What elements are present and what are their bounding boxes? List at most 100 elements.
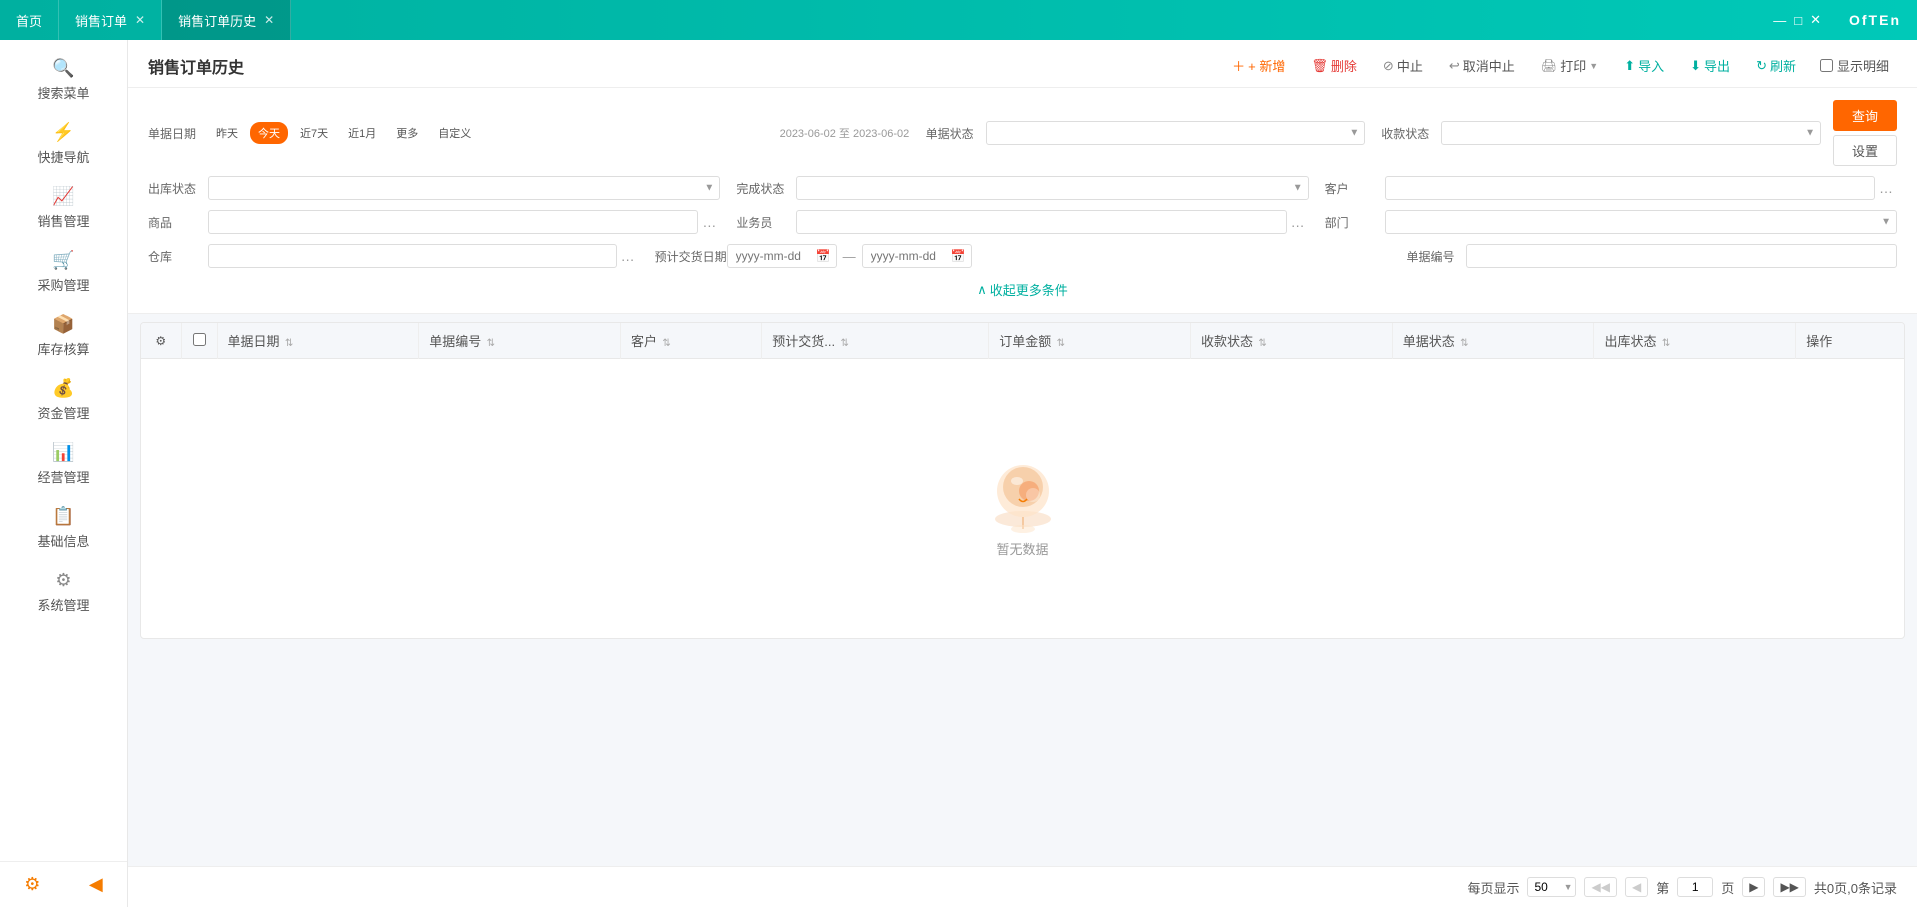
prev-page-button[interactable]: ◀ (1625, 877, 1648, 897)
export-label: 导出 (1704, 56, 1730, 75)
tab-sales-order[interactable]: 销售订单 ✕ (59, 0, 162, 40)
department-select[interactable] (1385, 210, 1897, 234)
th-settings[interactable]: ⚙ (141, 323, 181, 359)
th-customer[interactable]: 客户 ⇅ (621, 323, 762, 359)
sidebar-settings-icon[interactable]: ⚙ (24, 874, 40, 895)
sidebar-item-system[interactable]: ⚙ 系统管理 (0, 560, 127, 624)
th-order-amount[interactable]: 订单金额 ⇅ (989, 323, 1191, 359)
expected-date-to[interactable] (862, 244, 972, 268)
date-chip-custom[interactable]: 自定义 (430, 122, 479, 144)
filter-settings-button[interactable]: 设置 (1833, 135, 1897, 166)
date-chip-yesterday[interactable]: 昨天 (208, 122, 246, 144)
empty-text: 暂无数据 (996, 539, 1048, 558)
th-bill-status[interactable]: 单据状态 ⇅ (1392, 323, 1594, 359)
page-size-select[interactable]: 50 20 100 200 (1527, 877, 1576, 897)
bill-no-input[interactable] (1466, 244, 1897, 268)
sidebar-item-finance[interactable]: 💰 资金管理 (0, 368, 127, 432)
window-close-icon[interactable]: ✕ (1810, 12, 1821, 28)
sales-icon: 📈 (52, 186, 74, 207)
customer-input[interactable] (1385, 176, 1875, 200)
display-label: 显示明细 (1837, 56, 1889, 75)
th-bill-no[interactable]: 单据编号 ⇅ (419, 323, 621, 359)
sidebar-item-sales[interactable]: 📈 销售管理 (0, 176, 127, 240)
sidebar-item-quick-nav[interactable]: ⚡ 快捷导航 (0, 112, 127, 176)
salesperson-dots-icon[interactable]: … (1287, 214, 1309, 230)
th-bill-date-label: 单据日期 (228, 334, 280, 349)
sidebar-item-label-quick: 快捷导航 (37, 147, 89, 166)
bill-status-select[interactable] (986, 121, 1366, 145)
sidebar-collapse-icon[interactable]: ◀ (89, 874, 103, 895)
sidebar-item-basic-info[interactable]: 📋 基础信息 (0, 496, 127, 560)
minimize-icon[interactable]: — (1773, 13, 1786, 28)
out-status-select-wrapper: ▼ (208, 176, 720, 200)
sidebar-item-purchase[interactable]: 🛒 采购管理 (0, 240, 127, 304)
sidebar-item-label-search: 搜索菜单 (37, 83, 89, 102)
department-select-wrapper: ▼ (1385, 210, 1897, 234)
pagination: 每页显示 50 20 100 200 ▼ ◀◀ ◀ 第 页 ▶ ▶▶ 共0页,0… (128, 866, 1917, 907)
page-title: 销售订单历史 (148, 54, 244, 78)
sort-bill-no-icon: ⇅ (487, 338, 495, 349)
th-expected-date[interactable]: 预计交货... ⇅ (762, 323, 989, 359)
sidebar-item-operations[interactable]: 📊 经营管理 (0, 432, 127, 496)
delete-button[interactable]: 🗑 删除 (1301, 52, 1367, 79)
bill-status-label: 单据状态 (926, 125, 986, 142)
refresh-icon: ↻ (1756, 58, 1767, 74)
date-range-dash: — (843, 249, 856, 264)
date-chip-more[interactable]: 更多 (388, 122, 426, 144)
new-button[interactable]: ＋ + 新增 (1222, 52, 1295, 79)
select-all-checkbox[interactable] (193, 333, 206, 346)
maximize-icon[interactable]: □ (1794, 13, 1802, 28)
last-page-button[interactable]: ▶▶ (1773, 877, 1805, 897)
content-area: 销售订单历史 ＋ + 新增 🗑 删除 ⊘ 中止 ↩ 取消中止 (128, 40, 1917, 907)
import-button[interactable]: ⬆ 导入 (1614, 52, 1674, 79)
expected-date-to-wrapper: 📅 (862, 244, 972, 268)
date-chip-1month[interactable]: 近1月 (340, 122, 384, 144)
th-out-status[interactable]: 出库状态 ⇅ (1594, 323, 1796, 359)
date-chip-7days[interactable]: 近7天 (292, 122, 336, 144)
page-input[interactable] (1677, 877, 1713, 897)
delete-icon: 🗑 (1311, 58, 1328, 74)
tab-sales-order-close[interactable]: ✕ (135, 13, 145, 27)
sidebar-item-label-purchase: 采购管理 (37, 275, 89, 294)
collapse-button[interactable]: ∧ 收起更多条件 (977, 278, 1068, 301)
query-settings-group: 查询 设置 (1833, 100, 1897, 166)
table-header: ⚙ 单据日期 ⇅ 单据编号 ⇅ 客户 (141, 323, 1904, 359)
print-button[interactable]: 🖨 打印 ▼ (1531, 52, 1608, 79)
system-icon: ⚙ (55, 570, 71, 591)
next-page-button[interactable]: ▶ (1742, 877, 1765, 897)
query-button[interactable]: 查询 (1833, 100, 1897, 131)
tab-sales-history-close[interactable]: ✕ (264, 13, 274, 27)
export-button[interactable]: ⬇ 导出 (1680, 52, 1740, 79)
bill-no-label: 单据编号 (1406, 248, 1466, 265)
th-receipt-status[interactable]: 收款状态 ⇅ (1190, 323, 1392, 359)
receipt-status-select[interactable] (1441, 121, 1821, 145)
sidebar-item-inventory[interactable]: 📦 库存核算 (0, 304, 127, 368)
inventory-icon: 📦 (52, 314, 74, 335)
refresh-button[interactable]: ↻ 刷新 (1746, 52, 1806, 79)
display-checkbox[interactable] (1820, 59, 1833, 72)
cancel-stop-button[interactable]: ↩ 取消中止 (1439, 52, 1525, 79)
out-status-select[interactable] (208, 176, 720, 200)
date-chip-today[interactable]: 今天 (250, 122, 288, 144)
th-bill-date[interactable]: 单据日期 ⇅ (217, 323, 419, 359)
warehouse-dots-icon[interactable]: … (617, 248, 639, 264)
complete-status-select[interactable] (796, 176, 1308, 200)
tab-home-label: 首页 (16, 11, 42, 30)
product-input[interactable] (208, 210, 698, 234)
product-dots-icon[interactable]: … (698, 214, 720, 230)
empty-state: 暂无数据 (141, 359, 1904, 638)
salesperson-input[interactable] (796, 210, 1286, 234)
tab-home[interactable]: 首页 (0, 0, 59, 40)
receipt-status-filter: 收款状态 ▼ (1381, 121, 1821, 145)
stop-button[interactable]: ⊘ 中止 (1373, 52, 1433, 79)
warehouse-input[interactable] (208, 244, 617, 268)
display-toggle[interactable]: 显示明细 (1812, 52, 1897, 79)
first-page-button[interactable]: ◀◀ (1584, 877, 1616, 897)
warehouse-label: 仓库 (148, 248, 208, 265)
tab-sales-history[interactable]: 销售订单历史 ✕ (162, 0, 291, 40)
customer-dots-icon[interactable]: … (1875, 180, 1897, 196)
expected-date-from[interactable] (727, 244, 837, 268)
sidebar-item-label-inventory: 库存核算 (37, 339, 89, 358)
sidebar-item-search-menu[interactable]: 🔍 搜索菜单 (0, 48, 127, 112)
th-check[interactable] (181, 323, 217, 359)
